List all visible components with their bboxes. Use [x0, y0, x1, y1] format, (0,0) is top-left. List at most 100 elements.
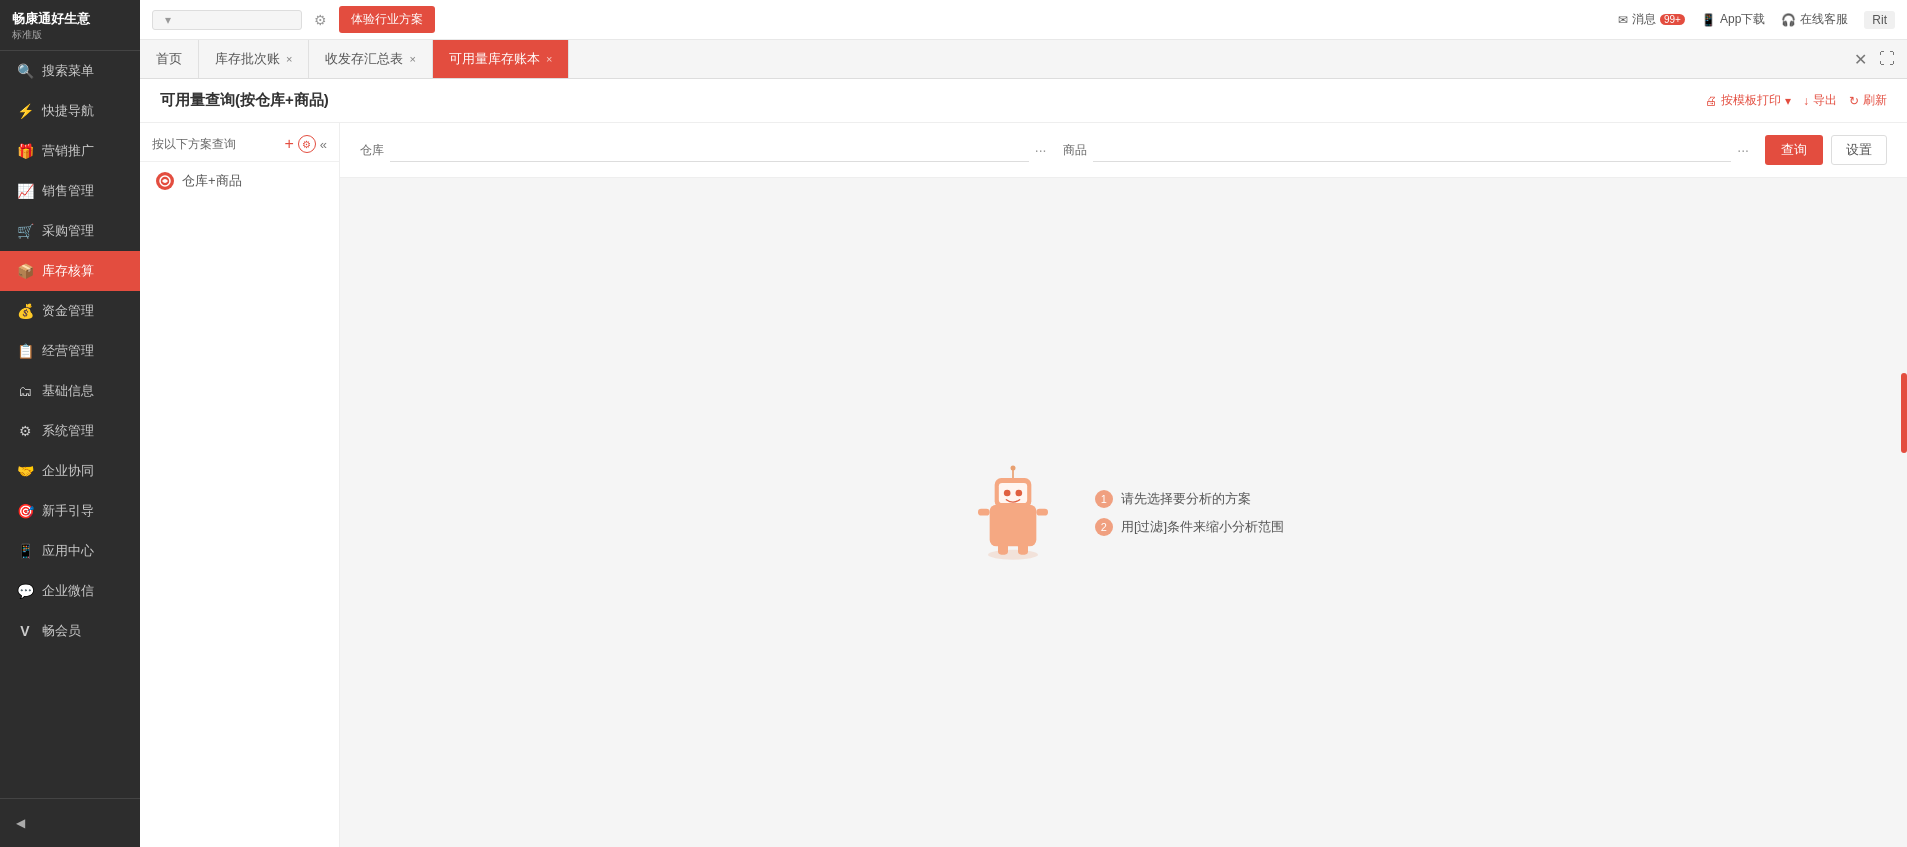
sidebar-item-appstore[interactable]: 📱 应用中心 [0, 531, 140, 571]
print-button[interactable]: 🖨 按模板打印 ▾ [1705, 92, 1791, 109]
goods-input[interactable] [1093, 139, 1732, 162]
tip-text-2: 用[过滤]条件来缩小分析范围 [1121, 518, 1284, 536]
page-actions: 🖨 按模板打印 ▾ ↓ 导出 ↻ 刷新 [1705, 92, 1887, 109]
online-service-label: 在线客服 [1800, 11, 1848, 28]
tab-home[interactable]: 首页 [140, 40, 199, 78]
svg-point-8 [1010, 465, 1015, 470]
scheme-item-warehouse-goods[interactable]: 仓库+商品 [140, 162, 339, 200]
svg-point-1 [988, 549, 1038, 559]
sidebar-item-basic[interactable]: 🗂 基础信息 [0, 371, 140, 411]
sidebar-item-newbie-label: 新手引导 [42, 502, 94, 520]
sidebar-item-wechat-label: 企业微信 [42, 582, 94, 600]
topbar-search-box[interactable]: ▾ [152, 10, 302, 30]
message-button[interactable]: ✉ 消息 99+ [1618, 11, 1685, 28]
content-area: 按以下方案查询 + ⚙ « 仓库+商品 仓库 [140, 123, 1907, 847]
tab-collect-ledger[interactable]: 收发存汇总表 × [309, 40, 432, 78]
sidebar-item-member[interactable]: V 畅会员 [0, 611, 140, 651]
sidebar-item-marketing-label: 营销推广 [42, 142, 94, 160]
industry-solution-button[interactable]: 体验行业方案 [339, 6, 435, 33]
scheme-settings-icon[interactable]: ⚙ [298, 135, 316, 153]
svg-rect-12 [1018, 543, 1028, 555]
topbar-left: ▾ ⚙ 体验行业方案 [152, 6, 1610, 33]
add-scheme-icon[interactable]: + [284, 135, 293, 153]
empty-tips: 1 请先选择要分析的方案 2 用[过滤]条件来缩小分析范围 [1095, 490, 1284, 536]
user-avatar[interactable]: Rit [1864, 11, 1895, 29]
inventory-icon: 📦 [16, 263, 34, 279]
sidebar-item-sales[interactable]: 📈 销售管理 [0, 171, 140, 211]
svg-rect-4 [999, 483, 1027, 503]
left-panel-title: 按以下方案查询 [152, 136, 236, 153]
warehouse-more-icon[interactable]: ··· [1035, 142, 1047, 158]
filter-actions: 查询 设置 [1765, 135, 1887, 165]
sidebar-item-newbie[interactable]: 🎯 新手引导 [0, 491, 140, 531]
tab-close-button[interactable]: ✕ [1850, 48, 1871, 71]
empty-robot-illustration [963, 463, 1063, 563]
filter-settings-button[interactable]: 设置 [1831, 135, 1887, 165]
tip-number-2: 2 [1095, 518, 1113, 536]
sidebar-item-appstore-label: 应用中心 [42, 542, 94, 560]
app-name: 畅康通好生意 [12, 10, 128, 28]
tab-collect-ledger-close[interactable]: × [409, 53, 415, 65]
main-content: ▾ ⚙ 体验行业方案 ✉ 消息 99+ 📱 App下载 🎧 在线客服 Rit [140, 0, 1907, 847]
topbar: ▾ ⚙ 体验行业方案 ✉ 消息 99+ 📱 App下载 🎧 在线客服 Rit [140, 0, 1907, 40]
tab-available-ledger[interactable]: 可用量库存账本 × [433, 40, 569, 78]
sidebar-item-wechat[interactable]: 💬 企业微信 [0, 571, 140, 611]
svg-point-6 [1015, 489, 1022, 496]
chevron-down-icon: ▾ [165, 13, 171, 27]
tip-text-1: 请先选择要分析的方案 [1121, 490, 1251, 508]
refresh-label: 刷新 [1863, 92, 1887, 109]
tab-collect-ledger-label: 收发存汇总表 [325, 50, 403, 68]
chart-icon: 📈 [16, 183, 34, 199]
tab-batch-ledger-close[interactable]: × [286, 53, 292, 65]
sidebar-item-member-label: 畅会员 [42, 622, 81, 640]
phone-icon: 📱 [1701, 13, 1716, 27]
query-button[interactable]: 查询 [1765, 135, 1823, 165]
sidebar-item-enterprise[interactable]: 🤝 企业协同 [0, 451, 140, 491]
page-title: 可用量查询(按仓库+商品) [160, 91, 329, 110]
print-chevron-icon: ▾ [1785, 94, 1791, 108]
sidebar-item-search-label: 搜索菜单 [42, 62, 94, 80]
tab-expand-button[interactable]: ⛶ [1875, 48, 1899, 70]
chat-icon: 💬 [16, 583, 34, 599]
svg-rect-11 [998, 543, 1008, 555]
sidebar-item-operations[interactable]: 📋 经营管理 [0, 331, 140, 371]
svg-point-5 [1004, 489, 1011, 496]
export-button[interactable]: ↓ 导出 [1803, 92, 1837, 109]
collapse-arrow-icon[interactable]: « [320, 137, 327, 152]
sidebar-item-sales-label: 销售管理 [42, 182, 94, 200]
settings-icon[interactable]: ⚙ [310, 8, 331, 32]
tab-batch-ledger[interactable]: 库存批次账 × [199, 40, 309, 78]
vip-icon: V [16, 623, 34, 639]
tab-available-ledger-close[interactable]: × [546, 53, 552, 65]
online-service-button[interactable]: 🎧 在线客服 [1781, 11, 1848, 28]
tabs-bar: 首页 库存批次账 × 收发存汇总表 × 可用量库存账本 × ✕ ⛶ [140, 40, 1907, 79]
right-main: 仓库 ··· 商品 ··· 查询 设置 [340, 123, 1907, 847]
warehouse-input[interactable] [390, 139, 1029, 162]
warehouse-label: 仓库 [360, 142, 384, 159]
sidebar-item-search[interactable]: 🔍 搜索菜单 [0, 51, 140, 91]
app-version: 标准版 [12, 28, 128, 42]
refresh-button[interactable]: ↻ 刷新 [1849, 92, 1887, 109]
sidebar-collapse[interactable]: ◀ [0, 807, 140, 839]
sidebar-item-marketing[interactable]: 🎁 营销推广 [0, 131, 140, 171]
svg-rect-10 [1036, 508, 1048, 515]
money-icon: 💰 [16, 303, 34, 319]
scheme-item-icon [156, 172, 174, 190]
empty-state-inner: 1 请先选择要分析的方案 2 用[过滤]条件来缩小分析范围 [963, 463, 1284, 563]
sidebar-item-basic-label: 基础信息 [42, 382, 94, 400]
right-scrollbar[interactable] [1901, 373, 1907, 453]
goods-more-icon[interactable]: ··· [1737, 142, 1749, 158]
search-icon: 🔍 [16, 63, 34, 79]
handshake-icon: 🤝 [16, 463, 34, 479]
svg-rect-9 [978, 508, 990, 515]
sidebar-item-inventory[interactable]: 📦 库存核算 [0, 251, 140, 291]
sidebar-item-purchase[interactable]: 🛒 采购管理 [0, 211, 140, 251]
sidebar-item-system[interactable]: ⚙ 系统管理 [0, 411, 140, 451]
sidebar-item-finance[interactable]: 💰 资金管理 [0, 291, 140, 331]
svg-rect-2 [990, 504, 1037, 546]
tab-batch-ledger-label: 库存批次账 [215, 50, 280, 68]
sidebar-item-quicknav[interactable]: ⚡ 快捷导航 [0, 91, 140, 131]
message-badge: 99+ [1660, 14, 1685, 25]
collapse-icon: ◀ [16, 816, 25, 830]
app-download-button[interactable]: 📱 App下载 [1701, 11, 1765, 28]
